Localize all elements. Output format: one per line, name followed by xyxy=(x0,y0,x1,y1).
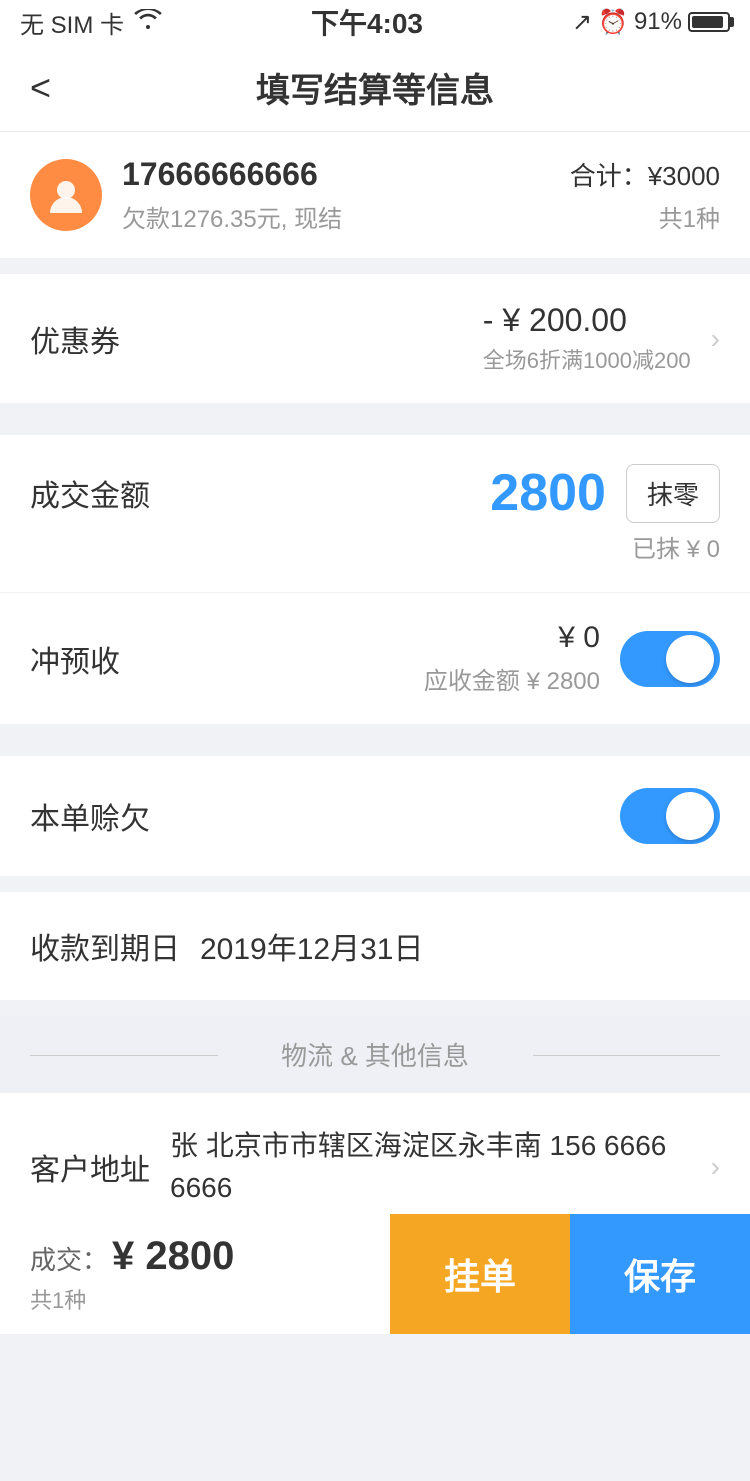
bottom-info: 成交： ¥ 2800 共1种 xyxy=(0,1234,390,1315)
bottom-deal-count: 共1种 xyxy=(30,1283,360,1315)
prepay-right: ¥ 0 应收金额 ¥ 2800 xyxy=(424,621,720,696)
customer-row: 17666666666 欠款1276.35元, 现结 合计：¥3000 共1种 xyxy=(0,132,750,258)
customer-right: 合计：¥3000 共1种 xyxy=(570,156,720,234)
bottom-deal-amount: ¥ 2800 xyxy=(112,1234,234,1279)
prepay-row: 冲预收 ¥ 0 应收金额 ¥ 2800 xyxy=(30,621,720,696)
address-value: 张 北京市市辖区海淀区永丰南 156 6666 6666 xyxy=(170,1125,701,1209)
nav-bar: < 填写结算等信息 xyxy=(0,44,750,132)
battery-icon xyxy=(688,12,730,32)
coupon-right: - ¥ 200.00 全场6折满1000减200 › xyxy=(483,302,720,375)
separator-logistics: 物流 & 其他信息 xyxy=(0,1016,750,1093)
wifi-icon xyxy=(134,8,162,36)
amount-value: 2800 xyxy=(490,463,606,523)
coupon-value-block: - ¥ 200.00 全场6折满1000减200 xyxy=(483,302,691,375)
battery-percent: 91% xyxy=(634,8,682,36)
duedate-section: 收款到期日 2019年12月31日 xyxy=(0,892,750,1000)
total-count: 共1种 xyxy=(570,199,720,234)
prepay-value: ¥ 0 xyxy=(424,621,600,655)
bottom-deal-row: 成交： ¥ 2800 xyxy=(30,1234,360,1279)
duedate-label: 收款到期日 xyxy=(30,924,180,968)
status-left: 无 SIM 卡 xyxy=(20,5,162,40)
coupon-row[interactable]: 优惠券 - ¥ 200.00 全场6折满1000减200 › xyxy=(0,274,750,403)
alarm-icon: ⏰ xyxy=(598,8,628,37)
debt-toggle-knob xyxy=(666,792,714,840)
save-button[interactable]: 保存 xyxy=(570,1214,750,1334)
avatar xyxy=(30,159,102,231)
duedate-value: 2019年12月31日 xyxy=(200,924,423,968)
separator-text: 物流 & 其他信息 xyxy=(261,1041,489,1071)
total-label: 合计：¥3000 xyxy=(570,156,720,193)
divider-2 xyxy=(0,740,750,756)
prepay-label: 冲预收 xyxy=(30,637,120,681)
carrier-text: 无 SIM 卡 xyxy=(20,5,124,40)
hold-button[interactable]: 挂单 xyxy=(390,1214,570,1334)
amount-row: 成交金额 2800 抹零 xyxy=(30,463,720,523)
round-button[interactable]: 抹零 xyxy=(626,464,720,523)
status-bar: 无 SIM 卡 下午4:03 ↗ ⏰ 91% xyxy=(0,0,750,44)
customer-phone: 17666666666 xyxy=(122,156,342,193)
back-button[interactable]: < xyxy=(30,67,51,109)
bottom-bar: 成交： ¥ 2800 共1种 挂单 保存 xyxy=(0,1214,750,1334)
amount-label: 成交金额 xyxy=(30,471,150,515)
battery-fill xyxy=(692,16,723,28)
prepay-section: 冲预收 ¥ 0 应收金额 ¥ 2800 xyxy=(0,592,750,724)
debt-section: 本单赊欠 xyxy=(0,756,750,876)
prepay-toggle[interactable] xyxy=(620,631,720,687)
customer-info: 17666666666 欠款1276.35元, 现结 xyxy=(122,156,342,234)
prepay-value-block: ¥ 0 应收金额 ¥ 2800 xyxy=(424,621,600,696)
debt-label: 本单赊欠 xyxy=(30,794,150,838)
amount-section: 成交金额 2800 抹零 已抹 ¥ 0 xyxy=(0,435,750,592)
toggle-knob xyxy=(666,635,714,683)
coupon-arrow-icon: › xyxy=(711,323,720,355)
status-right: ↗ ⏰ 91% xyxy=(572,8,730,37)
address-arrow-icon: › xyxy=(711,1151,720,1183)
coupon-detail: 全场6折满1000减200 xyxy=(483,343,691,375)
address-label: 客户地址 xyxy=(30,1145,170,1189)
amount-right: 2800 抹零 xyxy=(490,463,720,523)
coupon-discount: - ¥ 200.00 xyxy=(483,302,691,339)
customer-left: 17666666666 欠款1276.35元, 现结 xyxy=(30,156,342,234)
time-display: 下午4:03 xyxy=(311,2,423,42)
divider-1 xyxy=(0,419,750,435)
location-icon: ↗ xyxy=(572,8,592,37)
page-title: 填写结算等信息 xyxy=(256,63,494,112)
customer-desc: 欠款1276.35元, 现结 xyxy=(122,199,342,234)
debt-toggle[interactable] xyxy=(620,788,720,844)
coupon-label: 优惠券 xyxy=(30,317,120,361)
amount-sub: 已抹 ¥ 0 xyxy=(30,529,720,564)
prepay-sub: 应收金额 ¥ 2800 xyxy=(424,661,600,696)
bottom-deal-label: 成交： xyxy=(30,1240,108,1277)
